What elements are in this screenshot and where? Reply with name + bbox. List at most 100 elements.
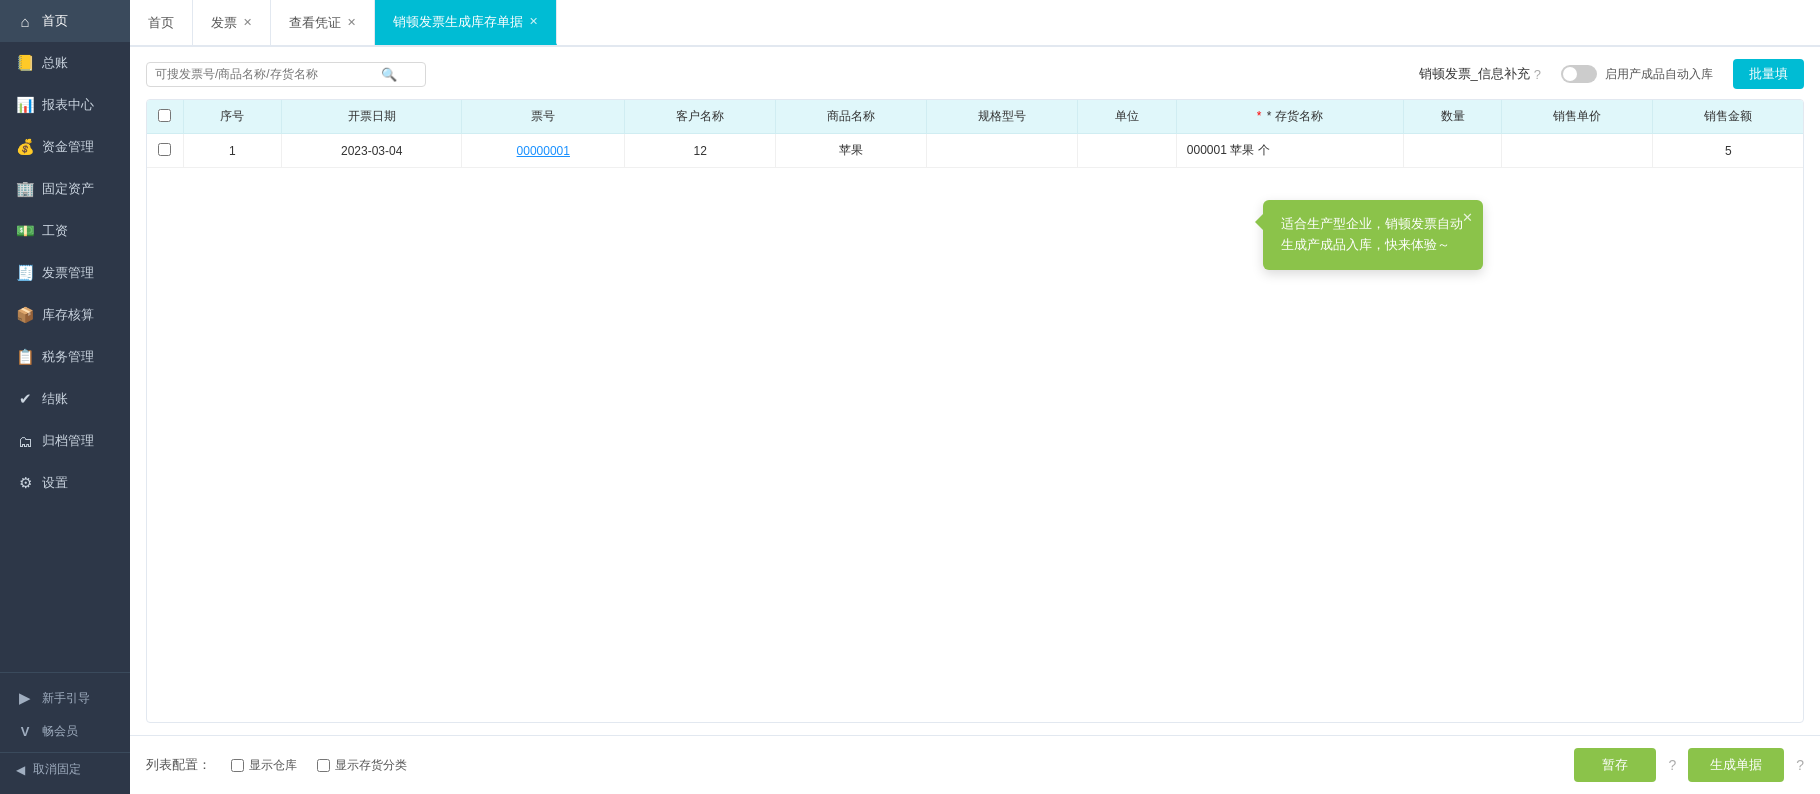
row-ticket[interactable]: 00000001 [462, 134, 625, 168]
row-checkbox [147, 134, 183, 168]
col-checkbox [147, 100, 183, 134]
sidebar-item-label: 工资 [42, 222, 68, 240]
sidebar-item-home[interactable]: ⌂ 首页 [0, 0, 130, 42]
row-date: 2023-03-04 [282, 134, 462, 168]
sidebar-item-label: 库存核算 [42, 306, 94, 324]
col-unit-price: 销售单价 [1502, 100, 1653, 134]
row-select-checkbox[interactable] [158, 143, 171, 156]
tab-bar: 首页 发票 ✕ 查看凭证 ✕ 销顿发票生成库存单据 ✕ [130, 0, 1820, 47]
row-inventory[interactable]: 000001 苹果 个 [1176, 134, 1403, 168]
vip-icon: V [16, 724, 34, 739]
row-spec [927, 134, 1078, 168]
sidebar-item-payroll[interactable]: 💵 工资 [0, 210, 130, 252]
checkout-icon: ✔ [16, 390, 34, 408]
sidebar-item-label: 固定资产 [42, 180, 94, 198]
sidebar-item-invoice-mgmt[interactable]: 🧾 发票管理 [0, 252, 130, 294]
search-box: 🔍 [146, 62, 426, 87]
cancel-fixed-button[interactable]: ◀ 取消固定 [0, 752, 130, 786]
tab-home[interactable]: 首页 [130, 0, 193, 45]
info-help-icon[interactable]: ? [1534, 67, 1541, 82]
sidebar-item-reports[interactable]: 📊 报表中心 [0, 84, 130, 126]
tab-sales-return-close[interactable]: ✕ [529, 15, 538, 28]
tab-voucher-close[interactable]: ✕ [347, 16, 356, 29]
bottom-bar: 列表配置： 显示仓库 显示存货分类 暂存 ? 生成单据 ? [130, 735, 1820, 794]
tooltip-popup: ✕ 适合生产型企业，销顿发票自动生成产成品入库，快来体验～ [1263, 200, 1483, 270]
col-inventory: * * 存货名称 [1176, 100, 1403, 134]
invoice-mgmt-icon: 🧾 [16, 264, 34, 282]
config-label: 列表配置： [146, 756, 211, 774]
sidebar-item-label: 报表中心 [42, 96, 94, 114]
content-area: 🔍 销顿发票_信息补充 ? 启用产成品自动入库 批量填 [130, 47, 1820, 735]
tab-home-label: 首页 [148, 14, 174, 32]
sidebar-item-ledger[interactable]: 📒 总账 [0, 42, 130, 84]
col-seq: 序号 [183, 100, 282, 134]
save-button[interactable]: 暂存 [1574, 748, 1656, 782]
table-row: 1 2023-03-04 00000001 12 苹果 000001 苹果 个 … [147, 134, 1803, 168]
toggle-label: 启用产成品自动入库 [1605, 66, 1713, 83]
guide-icon: ▶ [16, 689, 34, 707]
search-icon: 🔍 [381, 67, 397, 82]
required-star: * [1257, 109, 1262, 123]
arrow-left-icon: ◀ [16, 763, 25, 777]
bottom-actions: 暂存 ? 生成单据 ? [1574, 748, 1804, 782]
sidebar-item-settings[interactable]: ⚙ 设置 [0, 462, 130, 504]
sidebar-item-label: 总账 [42, 54, 68, 72]
row-customer: 12 [625, 134, 776, 168]
toggle-section: 启用产成品自动入库 [1561, 65, 1713, 83]
show-category-input[interactable] [317, 759, 330, 772]
col-quantity: 数量 [1403, 100, 1502, 134]
sidebar-item-label: 首页 [42, 12, 68, 30]
reports-icon: 📊 [16, 96, 34, 114]
tab-invoice-label: 发票 [211, 14, 237, 32]
batch-fill-button[interactable]: 批量填 [1733, 59, 1804, 89]
sidebar-item-tax[interactable]: 📋 税务管理 [0, 336, 130, 378]
sidebar-item-inventory[interactable]: 📦 库存核算 [0, 294, 130, 336]
tooltip-close-button[interactable]: ✕ [1462, 208, 1473, 229]
row-amount: 5 [1653, 134, 1803, 168]
sidebar-item-funds[interactable]: 💰 资金管理 [0, 126, 130, 168]
auto-storage-toggle[interactable] [1561, 65, 1597, 83]
sidebar-item-label: 税务管理 [42, 348, 94, 366]
info-label: 销顿发票_信息补充 ? [1419, 65, 1541, 83]
tab-invoice-close[interactable]: ✕ [243, 16, 252, 29]
save-help-icon[interactable]: ? [1668, 757, 1676, 773]
sidebar-item-vip[interactable]: V 畅会员 [0, 715, 130, 748]
col-unit: 单位 [1078, 100, 1177, 134]
top-bar: 🔍 销顿发票_信息补充 ? 启用产成品自动入库 批量填 [146, 59, 1804, 89]
col-amount: 销售金额 [1653, 100, 1803, 134]
table-header-row: 序号 开票日期 票号 客户名称 商品名称 规格型号 单位 * * 存货名称 数量… [147, 100, 1803, 134]
archive-icon: 🗂 [16, 433, 34, 450]
show-category-label: 显示存货分类 [335, 757, 407, 774]
sidebar-item-fixed-assets[interactable]: 🏢 固定资产 [0, 168, 130, 210]
sidebar: ⌂ 首页 📒 总账 📊 报表中心 💰 资金管理 🏢 固定资产 💵 工资 🧾 发票… [0, 0, 130, 794]
row-quantity [1403, 134, 1502, 168]
show-warehouse-input[interactable] [231, 759, 244, 772]
ledger-icon: 📒 [16, 54, 34, 72]
sidebar-item-label: 新手引导 [42, 690, 90, 707]
tab-sales-return[interactable]: 销顿发票生成库存单据 ✕ [375, 0, 557, 45]
cancel-fixed-label: 取消固定 [33, 761, 81, 778]
select-all-checkbox[interactable] [158, 109, 171, 122]
sidebar-item-label: 结账 [42, 390, 68, 408]
sidebar-item-checkout[interactable]: ✔ 结账 [0, 378, 130, 420]
generate-help-icon[interactable]: ? [1796, 757, 1804, 773]
sidebar-item-guide[interactable]: ▶ 新手引导 [0, 681, 130, 715]
show-category-checkbox[interactable]: 显示存货分类 [317, 757, 407, 774]
tab-sales-return-label: 销顿发票生成库存单据 [393, 13, 523, 31]
sidebar-bottom: ▶ 新手引导 V 畅会员 ◀ 取消固定 [0, 672, 130, 794]
show-warehouse-checkbox[interactable]: 显示仓库 [231, 757, 297, 774]
tab-invoice[interactable]: 发票 ✕ [193, 0, 271, 45]
sidebar-item-archive[interactable]: 🗂 归档管理 [0, 420, 130, 462]
search-input[interactable] [155, 67, 375, 81]
tab-voucher[interactable]: 查看凭证 ✕ [271, 0, 375, 45]
funds-icon: 💰 [16, 138, 34, 156]
show-warehouse-label: 显示仓库 [249, 757, 297, 774]
row-seq: 1 [183, 134, 282, 168]
generate-button[interactable]: 生成单据 [1688, 748, 1784, 782]
ticket-link[interactable]: 00000001 [517, 144, 570, 158]
tax-icon: 📋 [16, 348, 34, 366]
sidebar-item-label: 归档管理 [42, 432, 94, 450]
home-icon: ⌂ [16, 13, 34, 30]
data-table: 序号 开票日期 票号 客户名称 商品名称 规格型号 单位 * * 存货名称 数量… [147, 100, 1803, 168]
col-product: 商品名称 [776, 100, 927, 134]
